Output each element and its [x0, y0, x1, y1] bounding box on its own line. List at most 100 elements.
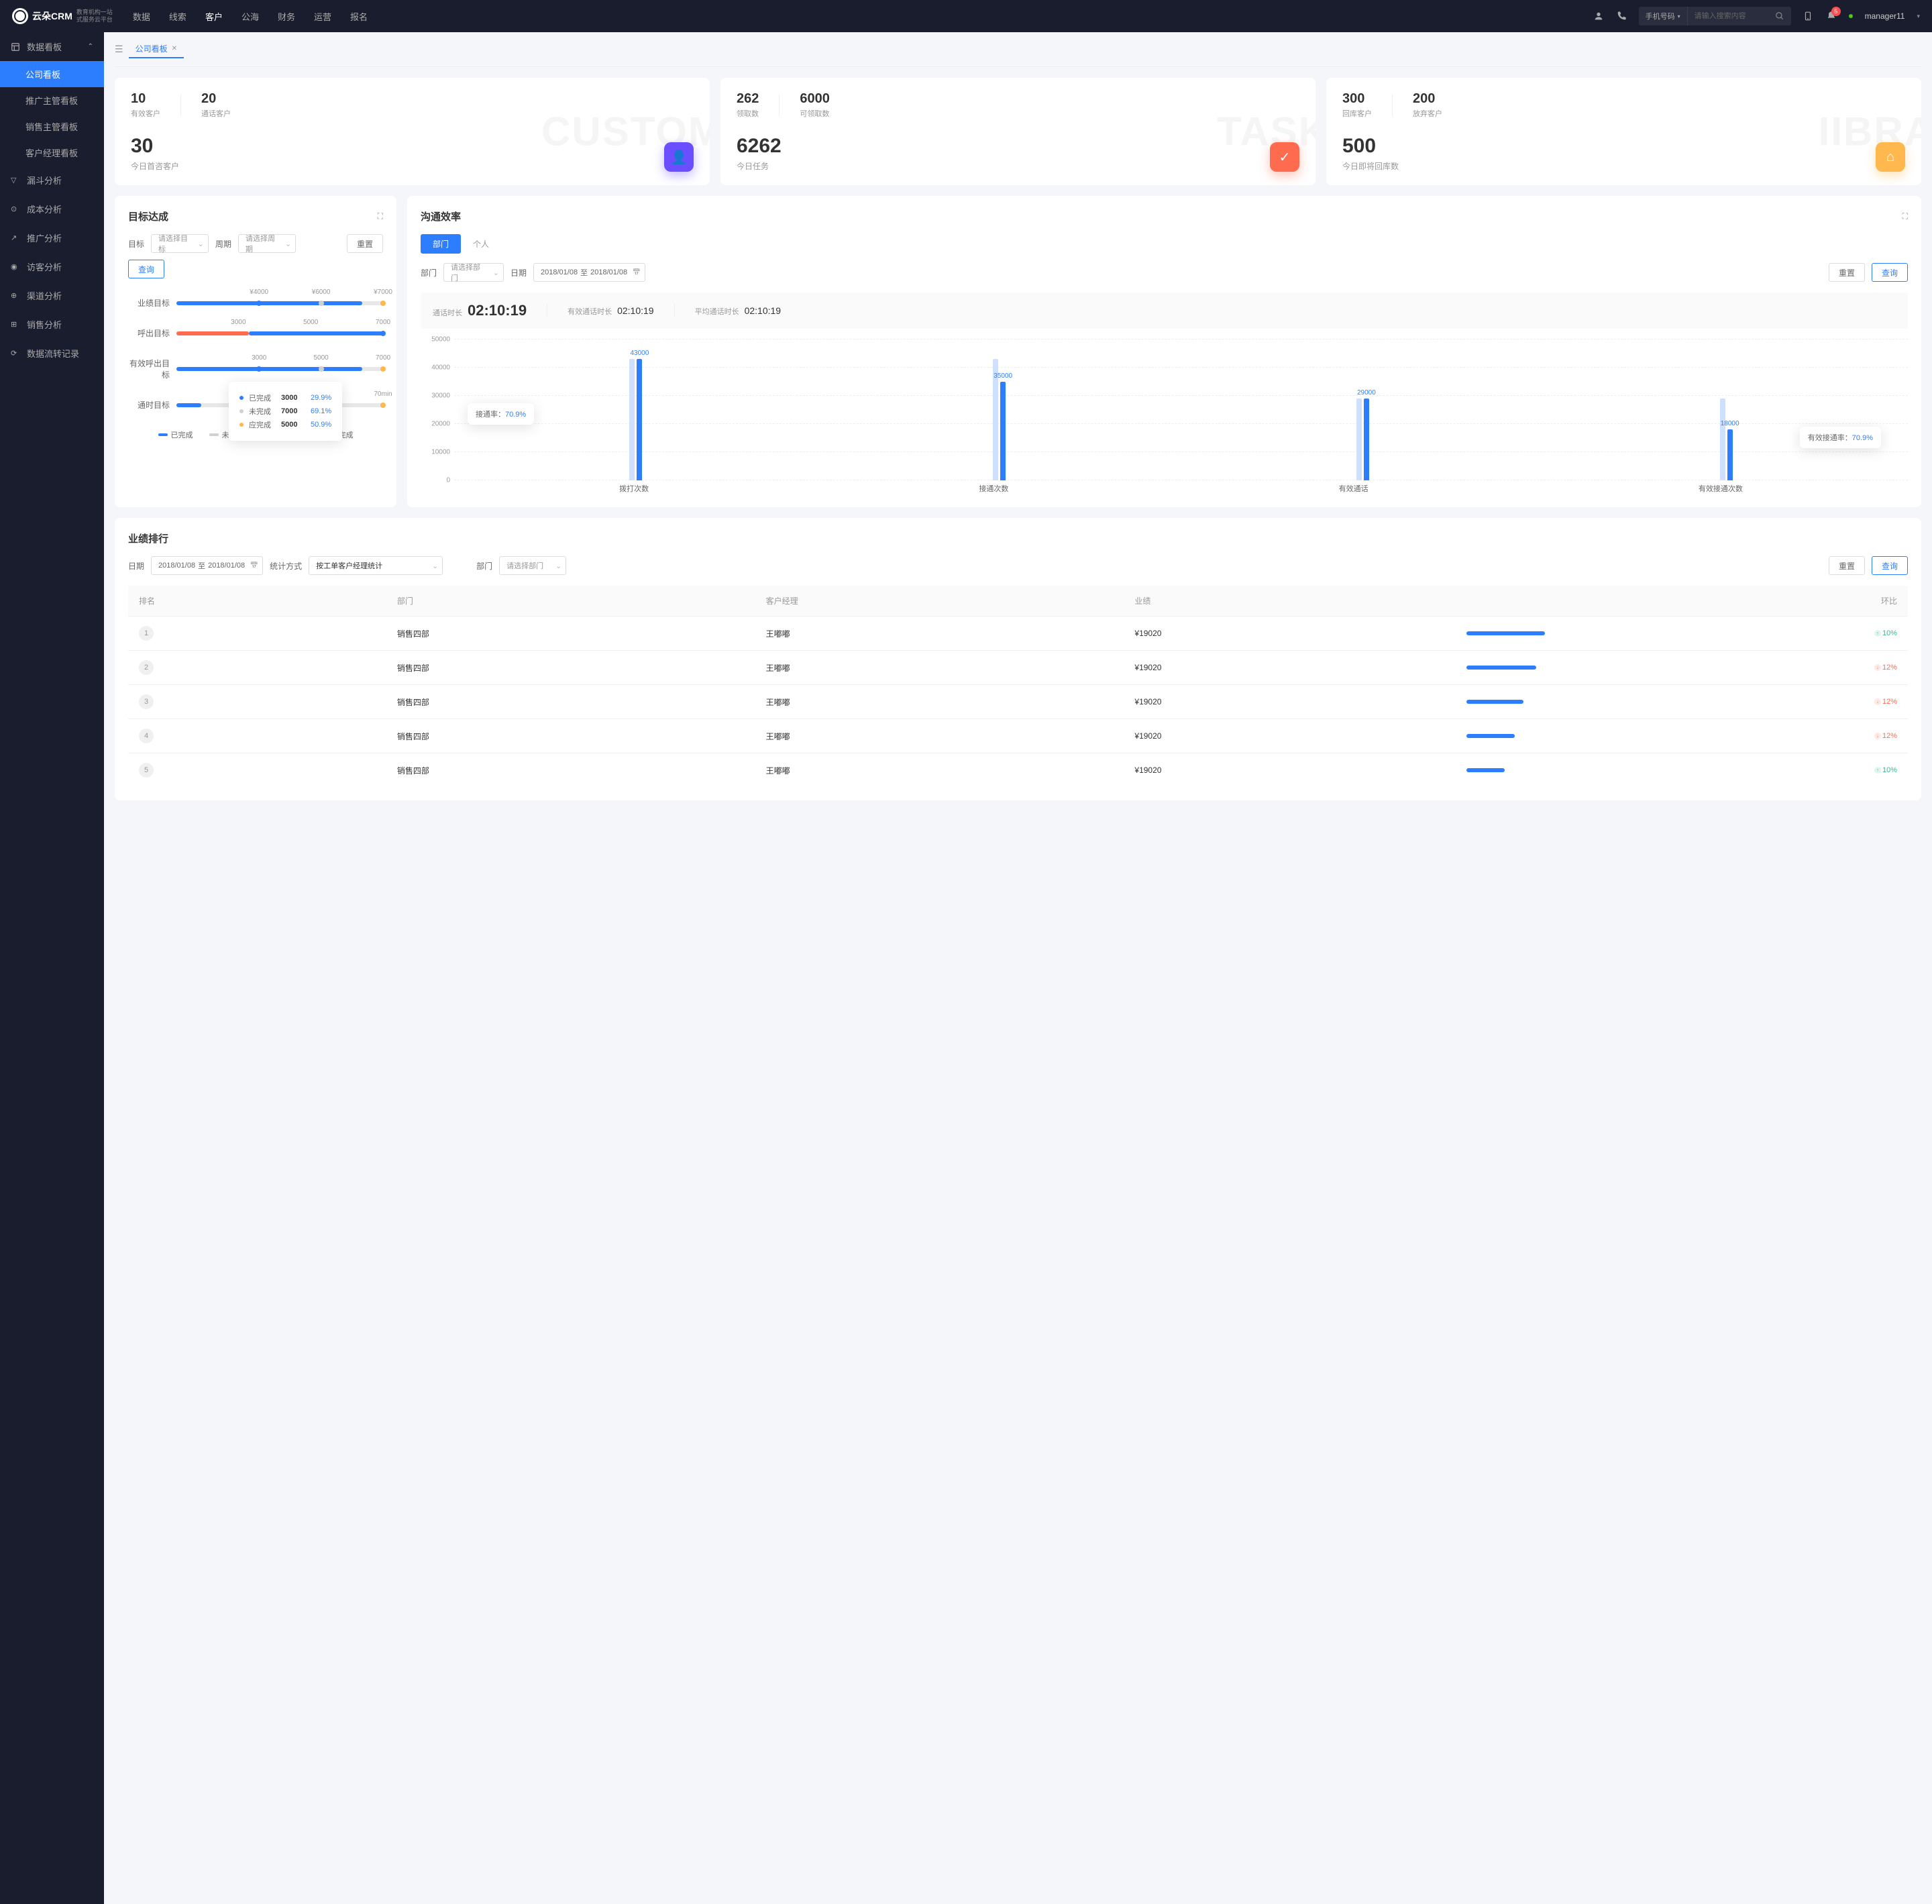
stat-card: CUSTOM10有效客户20通话客户30今日首咨客户👤 [115, 78, 710, 185]
rank-panel: 业绩排行 日期 2018/01/08至2018/01/08 统计方式 按工单客户… [115, 518, 1921, 800]
nav-item[interactable]: 线索 [169, 10, 186, 23]
top-nav: 数据 线索 客户 公海 财务 运营 报名 [133, 10, 368, 23]
phone-icon[interactable] [1616, 11, 1627, 21]
table-row: 2销售四部王嘟嘟¥19020↓12% [128, 651, 1908, 685]
search-type-select[interactable]: 手机号码▾ [1639, 7, 1688, 25]
mobile-icon[interactable] [1803, 11, 1814, 21]
logo-icon [12, 8, 28, 24]
rank-badge: 1 [139, 626, 154, 641]
header: 云朵CRM 教育机构一站 式服务云平台 数据 线索 客户 公海 财务 运营 报名 手机号码▾ [0, 0, 1932, 32]
page-tabs: ☰ 公司看板✕ [115, 32, 1921, 67]
query-button[interactable]: 查询 [1872, 556, 1908, 575]
stat: 有效通话时长02:10:19 [568, 305, 654, 317]
period-select[interactable]: 请选择周期 [238, 234, 296, 253]
sidebar-icon: ⟳ [11, 349, 20, 358]
reset-button[interactable]: 重置 [1829, 263, 1865, 282]
sidebar-item[interactable]: ⟳数据流转记录 [0, 339, 104, 368]
sidebar-item[interactable]: 公司看板 [0, 61, 104, 87]
table-row: 4销售四部王嘟嘟¥19020↓12% [128, 719, 1908, 753]
rank-date-range[interactable]: 2018/01/08至2018/01/08 [151, 556, 263, 575]
stat-card: IIBRA300回库客户200放弃客户500今日即将回库数⌂ [1326, 78, 1921, 185]
nav-item[interactable]: 数据 [133, 10, 150, 23]
expand-icon[interactable]: ⛶ [1902, 211, 1908, 221]
table-row: 5销售四部王嘟嘟¥19020↑10% [128, 753, 1908, 788]
change-badge: ↑10% [1614, 629, 1897, 637]
x-label: 接通次数 [979, 483, 1008, 494]
goal-row: 业绩目标¥4000¥6000¥7000 [128, 297, 383, 309]
bar-group: 43000 [629, 359, 642, 480]
target-select[interactable]: 请选择目标 [151, 234, 209, 253]
tab[interactable]: 公司看板✕ [129, 40, 184, 58]
table-header: 环比 [1603, 586, 1908, 617]
rank-badge: 4 [139, 729, 154, 743]
sidebar-item[interactable]: ⊕渠道分析 [0, 281, 104, 310]
sidebar-item[interactable]: 推广主管看板 [0, 87, 104, 113]
sidebar-item[interactable]: ⊙成本分析 [0, 195, 104, 223]
change-badge: ↓12% [1614, 698, 1897, 706]
bar-group: 29000 [1356, 399, 1369, 480]
dept-select[interactable]: 请选择部门 [443, 263, 504, 282]
table-header: 客户经理 [755, 586, 1124, 617]
nav-item[interactable]: 财务 [278, 10, 295, 23]
expand-icon[interactable]: ⛶ [378, 211, 383, 221]
comm-title: 沟通效率 [421, 209, 461, 223]
search-input[interactable] [1688, 12, 1768, 20]
side-group-data[interactable]: 数据看板 ⌃ [0, 32, 104, 61]
comm-panel: 沟通效率 ⛶ 部门个人 部门 请选择部门 日期 2018/01/08至2018/… [407, 196, 1921, 507]
goals-panel: 目标达成 ⛶ 目标 请选择目标 周期 请选择周期 重置 查询 业绩目标¥4000… [115, 196, 396, 507]
sidebar-icon: ◉ [11, 262, 20, 271]
sidebar-icon: ▽ [11, 176, 20, 184]
goal-row: 呼出目标300050007000 [128, 327, 383, 339]
logo[interactable]: 云朵CRM 教育机构一站 式服务云平台 [12, 8, 113, 24]
table-header: 排名 [128, 586, 386, 617]
sidebar-icon: ⊞ [11, 320, 20, 329]
reset-button[interactable]: 重置 [347, 234, 383, 253]
table-header [1456, 586, 1603, 617]
rank-badge: 5 [139, 763, 154, 778]
user-name[interactable]: manager11 [1865, 11, 1905, 21]
table-header: 业绩 [1124, 586, 1456, 617]
chevron-down-icon[interactable]: ▾ [1917, 13, 1920, 20]
sidebar-item[interactable]: ⊞销售分析 [0, 310, 104, 339]
sidebar-item[interactable]: ▽漏斗分析 [0, 166, 104, 195]
seg-tab[interactable]: 部门 [421, 234, 461, 254]
status-dot [1849, 14, 1853, 18]
sidebar-icon: ⊙ [11, 205, 20, 213]
x-label: 有效接通次数 [1699, 483, 1743, 494]
stat-select[interactable]: 按工单客户经理统计 [309, 556, 443, 575]
x-label: 拨打次数 [619, 483, 649, 494]
stat-card: TASK262领取数6000可领取数6262今日任务✓ [720, 78, 1316, 185]
query-button[interactable]: 查询 [1872, 263, 1908, 282]
seg-tab[interactable]: 个人 [461, 234, 501, 254]
goals-title: 目标达成 [128, 209, 168, 223]
date-range[interactable]: 2018/01/08至2018/01/08 [533, 263, 645, 282]
nav-item[interactable]: 公海 [241, 10, 259, 23]
bar-group: 35000 [993, 359, 1006, 480]
nav-item[interactable]: 运营 [314, 10, 331, 23]
query-button[interactable]: 查询 [128, 260, 164, 278]
sidebar-item[interactable]: ↗推广分析 [0, 223, 104, 252]
hamburger-icon[interactable]: ☰ [115, 44, 123, 55]
sidebar-icon: ⊕ [11, 291, 20, 300]
sidebar-icon: ↗ [11, 233, 20, 242]
chart-tooltip: 有效接通率：70.9% [1800, 427, 1881, 448]
sidebar-item[interactable]: 销售主管看板 [0, 113, 104, 140]
sidebar-item[interactable]: ◉访客分析 [0, 252, 104, 281]
card-icon: ✓ [1270, 142, 1299, 172]
user-icon[interactable] [1593, 11, 1604, 21]
rank-table: 排名部门客户经理业绩环比 1销售四部王嘟嘟¥19020↑10%2销售四部王嘟嘟¥… [128, 586, 1908, 787]
nav-item[interactable]: 报名 [350, 10, 368, 23]
bar-chart: 0100002000030000400005000043000350002900… [421, 339, 1908, 494]
stat: 通话时长02:10:19 [433, 302, 527, 319]
reset-button[interactable]: 重置 [1829, 556, 1865, 575]
close-icon[interactable]: ✕ [172, 45, 177, 52]
change-badge: ↓12% [1614, 664, 1897, 672]
search-icon[interactable] [1768, 11, 1791, 21]
sidebar-item[interactable]: 客户经理看板 [0, 140, 104, 166]
rank-dept-select[interactable]: 请选择部门 [499, 556, 566, 575]
nav-item[interactable]: 客户 [205, 10, 223, 23]
bar-group: 18000 [1720, 399, 1733, 480]
table-row: 1销售四部王嘟嘟¥19020↑10% [128, 617, 1908, 651]
bell-icon[interactable]: 5 [1826, 11, 1837, 21]
tooltip: 已完成300029.9%未完成700069.1%应完成500050.9% [229, 382, 342, 441]
